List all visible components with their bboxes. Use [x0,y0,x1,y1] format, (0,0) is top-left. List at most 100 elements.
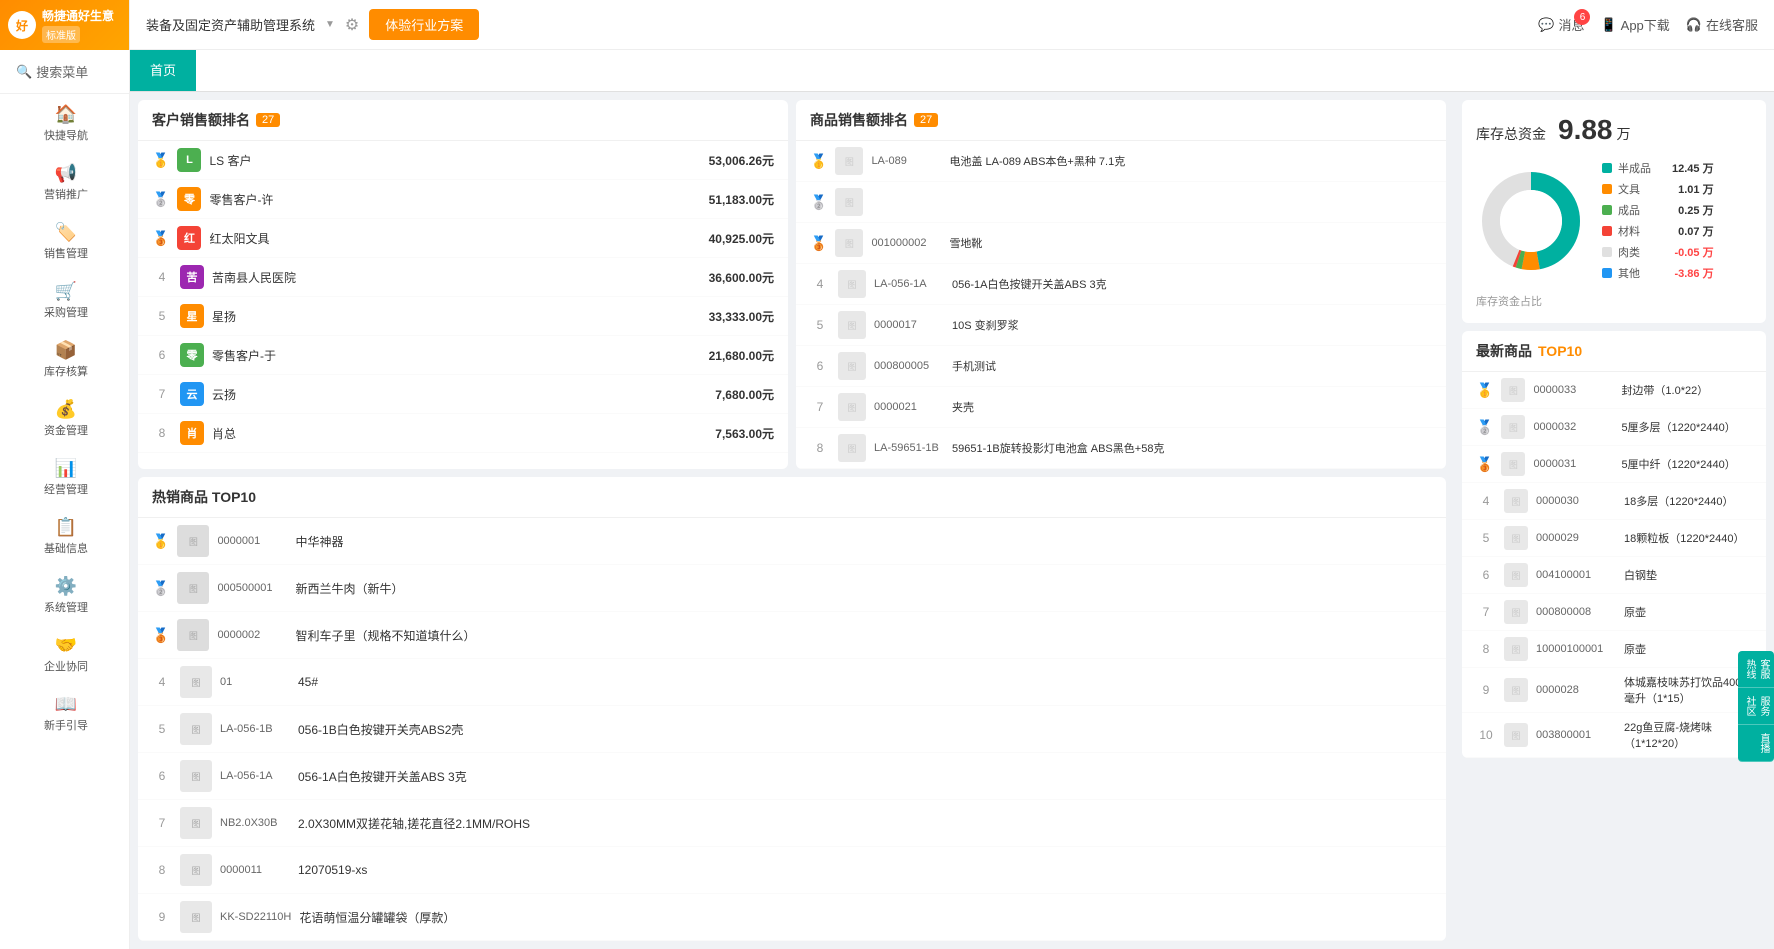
float-buttons: 客服热线 服务社区 直播 [1738,651,1774,762]
sidebar-item-coop[interactable]: 🤝 企业协同 [0,625,129,684]
newest-product-item: 🥉 图 0000031 5厘中纤（1220*2440） [1462,446,1766,483]
legend-category-name: 成品 [1618,202,1658,218]
nav-icon-marketing: 📢 [55,163,77,184]
sidebar-item-inventory[interactable]: 📦 库存核算 [0,330,129,389]
sidebar-item-guide[interactable]: 📖 新手引导 [0,684,129,743]
sidebar-item-basic[interactable]: 📋 基础信息 [0,507,129,566]
customer-avatar: 零 [177,187,201,211]
product-name: 电池盖 LA-089 ABS本色+黑种 7.1克 [949,153,1432,169]
legend-category-name: 肉类 [1618,244,1658,260]
nav-label-purchase: 采购管理 [44,304,88,320]
customer-ranking-list: 🥇 L LS 客户 53,006.26元🥈 零 零售客户-许 51,183.00… [138,141,788,453]
medal-icon: 🥉 [152,230,169,247]
newest-product-image: 图 [1504,600,1528,624]
hot-product-name: 12070519-xs [298,863,1432,877]
sidebar-item-operations[interactable]: 📊 经营管理 [0,448,129,507]
product-rank-item: 6 图 000800005 手机测试 [796,346,1446,387]
product-name: 雪地靴 [949,235,1432,251]
rank-number: 9 [1476,683,1496,697]
live-button[interactable]: 直播 [1738,725,1774,762]
cs-hotline-button[interactable]: 客服热线 [1738,651,1774,688]
newest-product-image: 图 [1504,563,1528,587]
rank-number: 8 [810,441,830,455]
newest-product-item: 🥇 图 0000033 封边带（1.0*22） [1462,372,1766,409]
medal-icon: 🥇 [810,153,827,170]
newest-products-list: 🥇 图 0000033 封边带（1.0*22）🥈 图 0000032 5厘多层（… [1462,372,1766,758]
rank-number: 7 [152,387,172,401]
customer-ranking-header: 客户销售额排名 27 [138,100,788,141]
newest-product-item: 7 图 000800008 原壶 [1462,594,1766,631]
product-image: 图 [835,147,863,175]
nav-icon-purchase: 🛒 [55,281,77,302]
trial-button[interactable]: 体验行业方案 [369,9,479,40]
online-service-button[interactable]: 🎧 在线客服 [1686,15,1758,34]
hot-product-item: 7 图 NB2.0X30B 2.0X30MM双搓花轴,搓花直径2.1MM/ROH… [138,800,1446,847]
legend-category-value: 12.45 万 [1664,160,1714,176]
newest-product-image: 图 [1504,678,1528,702]
message-badge: 6 [1574,9,1590,25]
sidebar-item-finance[interactable]: 💰 资金管理 [0,389,129,448]
settings-icon[interactable]: ⚙ [345,15,359,35]
content-area: 客户销售额排名 27 🥇 L LS 客户 53,006.26元🥈 零 零售客户-… [130,92,1774,949]
customer-avatar: 肖 [180,421,204,445]
product-code: 0000017 [874,319,944,331]
nav-label-guide: 新手引导 [44,717,88,733]
product-image: 图 [838,270,866,298]
customer-value: 36,600.00元 [709,269,774,286]
hot-product-image: 图 [177,619,209,651]
newest-product-item: 🥈 图 0000032 5厘多层（1220*2440） [1462,409,1766,446]
customer-name: 云扬 [212,386,707,403]
hot-product-name: 智利车子里（规格不知道填什么） [295,627,1432,644]
newest-product-image: 图 [1501,415,1525,439]
logo-area: 好 畅捷通好生意 标准版 [0,0,129,50]
newest-product-name: 5厘多层（1220*2440） [1621,419,1752,435]
sidebar-item-quicknav[interactable]: 🏠 快捷导航 [0,94,129,153]
newest-product-code: 0000033 [1533,384,1613,396]
product-image: 图 [835,188,863,216]
nav-icon-system: ⚙️ [55,576,77,597]
rank-number: 6 [810,359,830,373]
medal-icon: 🥈 [810,194,827,211]
product-name: 10S 变刹罗浆 [952,317,1432,333]
newest-products-card: 最新商品 TOP10 🥇 图 0000033 封边带（1.0*22）🥈 图 00… [1462,331,1766,758]
legend-color-dot [1602,163,1612,173]
newest-products-title: 最新商品 [1476,341,1532,361]
inventory-header: 库存总资金 9.88 万 [1476,114,1752,146]
hot-product-code: 000500001 [217,582,287,594]
newest-product-name: 体城嘉枝味苏打饮品400毫升（1*15） [1624,674,1752,706]
system-title: 装备及固定资产辅助管理系统 [146,15,315,34]
customer-name: 苦南县人民医院 [212,269,701,286]
hot-product-image: 图 [177,572,209,604]
product-rank-item: 4 图 LA-056-1A 056-1A白色按键开关盖ABS 3克 [796,264,1446,305]
message-button[interactable]: 💬 消息 6 [1538,15,1584,34]
legend-item: 其他 -3.86 万 [1602,265,1714,281]
app-download-button[interactable]: 📱 App下载 [1600,15,1669,34]
service-community-button[interactable]: 服务社区 [1738,688,1774,725]
customer-avatar: 零 [180,343,204,367]
tab-home[interactable]: 首页 [130,50,196,91]
hot-product-code: 01 [220,676,290,688]
content-cols: 客户销售额排名 27 🥇 L LS 客户 53,006.26元🥈 零 零售客户-… [130,92,1774,949]
sidebar-item-system[interactable]: ⚙️ 系统管理 [0,566,129,625]
customer-rank-item: 🥈 零 零售客户-许 51,183.00元 [138,180,788,219]
customer-avatar: 红 [177,226,201,250]
inventory-unit: 万 [1617,124,1631,144]
product-image: 图 [838,311,866,339]
newest-product-name: 22g鱼豆腐-烧烤味（1*12*20） [1624,719,1752,751]
nav-label-marketing: 营销推广 [44,186,88,202]
search-menu-button[interactable]: 🔍 搜索菜单 [8,58,121,85]
newest-product-image: 图 [1504,637,1528,661]
sidebar-item-marketing[interactable]: 📢 营销推广 [0,153,129,212]
newest-product-name: 封边带（1.0*22） [1621,382,1752,398]
sidebar-item-sales[interactable]: 🏷️ 销售管理 [0,212,129,271]
sidebar-item-purchase[interactable]: 🛒 采购管理 [0,271,129,330]
customer-rank-item: 4 苦 苦南县人民医院 36,600.00元 [138,258,788,297]
product-name: 056-1A白色按键开关盖ABS 3克 [952,276,1432,292]
inventory-subtitle: 库存资金占比 [1476,293,1752,309]
rank-number: 8 [1476,642,1496,656]
ranking-row: 客户销售额排名 27 🥇 L LS 客户 53,006.26元🥈 零 零售客户-… [138,100,1446,469]
customer-ranking-title: 客户销售额排名 [152,110,250,130]
dropdown-arrow-icon[interactable]: ▼ [325,19,335,30]
hot-product-item: 5 图 LA-056-1B 056-1B白色按键开关壳ABS2壳 [138,706,1446,753]
newest-product-image: 图 [1501,378,1525,402]
